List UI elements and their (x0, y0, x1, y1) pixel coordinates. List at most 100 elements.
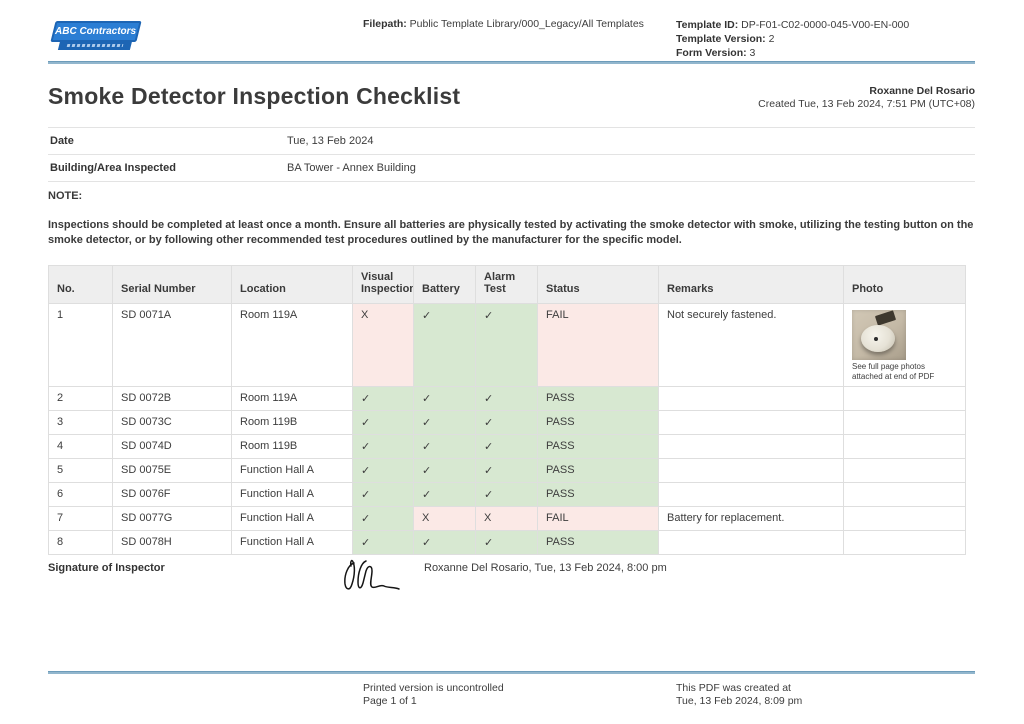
photo-cell (844, 531, 966, 555)
column-header: Visual Inspection (353, 266, 414, 304)
inspection-table-wrap: No.Serial NumberLocationVisual Inspectio… (48, 265, 965, 555)
serial-cell: SD 0075E (113, 459, 232, 483)
visual-cell: ✓ (353, 507, 414, 531)
filepath-label: Filepath: (363, 18, 407, 30)
remarks-cell (659, 387, 844, 411)
photo-cell (844, 387, 966, 411)
visual-cell: X (353, 304, 414, 387)
column-header: Alarm Test (476, 266, 538, 304)
template-id-label: Template ID: (676, 19, 738, 31)
form-version-label: Form Version: (676, 47, 747, 59)
meta-value: BA Tower - Annex Building (287, 162, 975, 174)
alarm-cell: ✓ (476, 483, 538, 507)
template-id-line: Template ID: DP-F01-C02-0000-045-V00-EN-… (676, 18, 909, 32)
meta-row-building: Building/Area Inspected BA Tower - Annex… (48, 154, 975, 181)
status-cell: PASS (538, 531, 659, 555)
table-row: 1SD 0071ARoom 119AX✓✓FAILNot securely fa… (49, 304, 966, 387)
alarm-cell: ✓ (476, 459, 538, 483)
visual-cell: ✓ (353, 483, 414, 507)
table-row: 6SD 0076FFunction Hall A✓✓✓PASS (49, 483, 966, 507)
photo-cell: See full page photos attached at end of … (844, 304, 966, 387)
column-header: Location (232, 266, 353, 304)
status-cell: PASS (538, 483, 659, 507)
company-logo: ABC Contractors (50, 21, 144, 55)
photo-cell (844, 411, 966, 435)
signature-image (330, 556, 404, 607)
photo-cell (844, 435, 966, 459)
footer-right: This PDF was created at Tue, 13 Feb 2024… (676, 682, 802, 708)
template-version-line: Template Version: 2 (676, 32, 909, 46)
signature-value: Roxanne Del Rosario, Tue, 13 Feb 2024, 8… (424, 562, 667, 574)
photo-cell (844, 459, 966, 483)
status-cell: PASS (538, 411, 659, 435)
column-header: Serial Number (113, 266, 232, 304)
note-label: NOTE: (48, 190, 975, 202)
footer-uncontrolled-text: Printed version is uncontrolled (363, 682, 504, 695)
author-block: Roxanne Del Rosario Created Tue, 13 Feb … (758, 85, 975, 111)
battery-cell: X (414, 507, 476, 531)
column-header: Remarks (659, 266, 844, 304)
row-number-cell: 2 (49, 387, 113, 411)
battery-cell: ✓ (414, 387, 476, 411)
remarks-cell: Not securely fastened. (659, 304, 844, 387)
alarm-cell: ✓ (476, 304, 538, 387)
footer-left: Printed version is uncontrolled Page 1 o… (363, 682, 504, 708)
filepath: Filepath: Public Template Library/000_Le… (363, 18, 644, 30)
remarks-cell (659, 531, 844, 555)
location-cell: Function Hall A (232, 483, 353, 507)
location-cell: Room 119A (232, 304, 353, 387)
serial-cell: SD 0073C (113, 411, 232, 435)
remarks-cell (659, 459, 844, 483)
logo-tagline (58, 41, 132, 50)
detector-bracket (875, 310, 896, 325)
template-version-label: Template Version: (676, 33, 766, 45)
row-number-cell: 4 (49, 435, 113, 459)
alarm-cell: ✓ (476, 411, 538, 435)
photo-thumbnail (852, 310, 906, 360)
remarks-cell (659, 483, 844, 507)
alarm-cell: X (476, 507, 538, 531)
location-cell: Room 119A (232, 387, 353, 411)
row-number-cell: 1 (49, 304, 113, 387)
serial-cell: SD 0071A (113, 304, 232, 387)
table-body: 1SD 0071ARoom 119AX✓✓FAILNot securely fa… (49, 304, 966, 555)
table-row: 5SD 0075EFunction Hall A✓✓✓PASS (49, 459, 966, 483)
template-version-value: 2 (769, 33, 775, 45)
photo-cell (844, 507, 966, 531)
row-number-cell: 8 (49, 531, 113, 555)
meta-label: Date (50, 135, 287, 147)
signature-label: Signature of Inspector (48, 562, 165, 574)
battery-cell: ✓ (414, 304, 476, 387)
location-cell: Function Hall A (232, 507, 353, 531)
serial-cell: SD 0076F (113, 483, 232, 507)
location-cell: Room 119B (232, 435, 353, 459)
logo-banner: ABC Contractors (50, 21, 141, 42)
serial-cell: SD 0077G (113, 507, 232, 531)
table-row: 3SD 0073CRoom 119B✓✓✓PASS (49, 411, 966, 435)
table-row: 2SD 0072BRoom 119A✓✓✓PASS (49, 387, 966, 411)
visual-cell: ✓ (353, 459, 414, 483)
smoke-detector-image (861, 325, 895, 352)
column-header: Battery (414, 266, 476, 304)
meta-value: Tue, 13 Feb 2024 (287, 135, 975, 147)
row-number-cell: 6 (49, 483, 113, 507)
serial-cell: SD 0078H (113, 531, 232, 555)
remarks-cell: Battery for replacement. (659, 507, 844, 531)
photo-caption: See full page photos attached at end of … (852, 362, 957, 381)
column-header: Photo (844, 266, 966, 304)
alarm-cell: ✓ (476, 435, 538, 459)
document-page: ABC Contractors Filepath: Public Templat… (0, 0, 1024, 724)
meta-section: Date Tue, 13 Feb 2024 Building/Area Insp… (48, 127, 975, 182)
battery-cell: ✓ (414, 411, 476, 435)
status-cell: PASS (538, 435, 659, 459)
visual-cell: ✓ (353, 531, 414, 555)
column-header: Status (538, 266, 659, 304)
created-timestamp: Created Tue, 13 Feb 2024, 7:51 PM (UTC+0… (758, 98, 975, 111)
form-version-value: 3 (750, 47, 756, 59)
status-cell: PASS (538, 387, 659, 411)
remarks-cell (659, 411, 844, 435)
table-row: 8SD 0078HFunction Hall A✓✓✓PASS (49, 531, 966, 555)
meta-row-date: Date Tue, 13 Feb 2024 (48, 127, 975, 154)
battery-cell: ✓ (414, 459, 476, 483)
location-cell: Function Hall A (232, 531, 353, 555)
